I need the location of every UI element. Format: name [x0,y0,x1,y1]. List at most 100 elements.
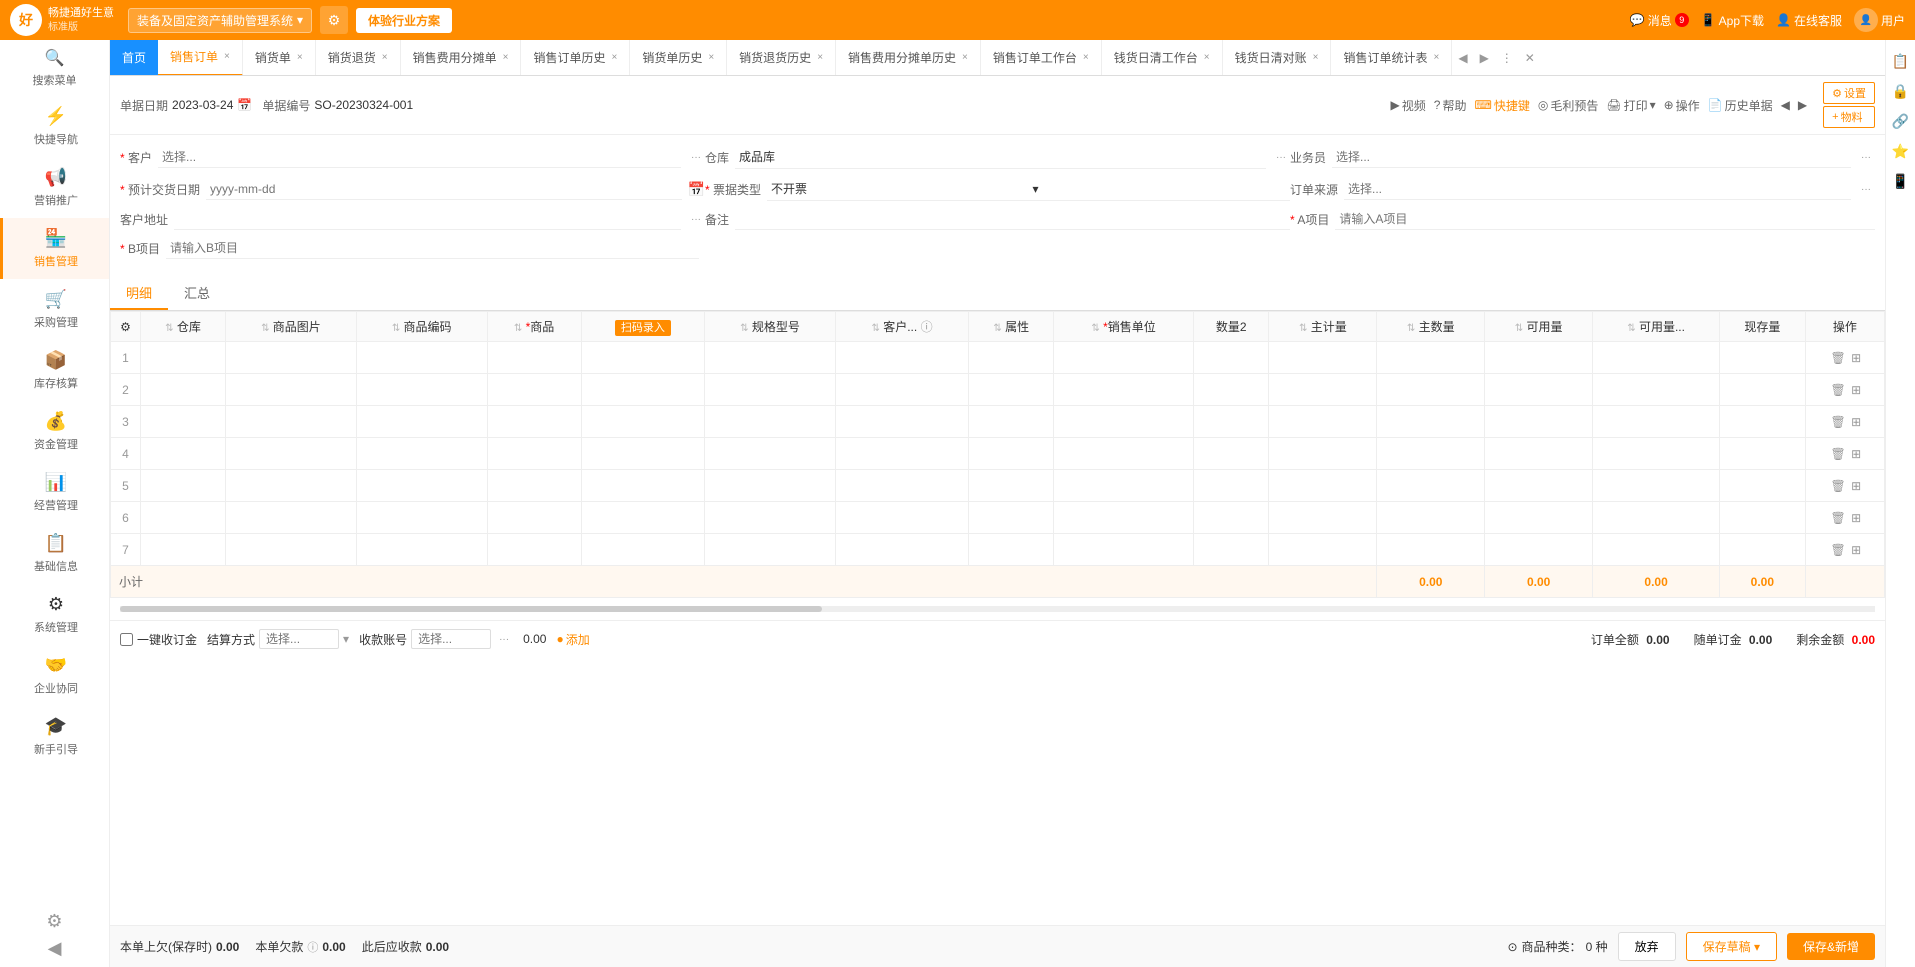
tab-close-icon[interactable]: × [708,52,714,63]
save-new-button[interactable]: 保存&新增 [1787,933,1875,960]
ops-btn[interactable]: ⊕ 操作 [1664,97,1700,114]
tab-nav-next[interactable]: ▶ [1474,40,1495,76]
rp-mobile-icon[interactable]: 📱 [1888,168,1914,194]
delete-row-icon[interactable]: 🗑 [1831,447,1846,461]
cell-sku-3[interactable] [356,406,487,438]
toolbar-nav-next[interactable]: ▶ [1798,98,1807,112]
sidebar-item-inventory[interactable]: 📦 库存核算 [0,340,109,401]
message-nav-item[interactable]: 💬 消息 9 [1630,12,1689,29]
sidebar-item-purchase[interactable]: 🛒 采购管理 [0,279,109,340]
cell-main-qty-1[interactable] [1377,342,1485,374]
one-click-deposit-checkbox[interactable] [120,633,133,646]
cell-spec-3[interactable] [705,406,836,438]
cell-attrs-1[interactable] [969,342,1054,374]
history-btn[interactable]: 📄 历史单据 [1708,97,1773,114]
copy-row-icon[interactable]: ⊞ [1851,511,1861,525]
tab-invoice-history[interactable]: 销货单历史 × [630,40,727,76]
payment-method-input[interactable] [259,629,339,649]
tab-sales-invoice[interactable]: 销货单 × [243,40,316,76]
shortcut-btn[interactable]: ⌨ 快捷键 [1474,97,1529,114]
tab-sales-order[interactable]: 销售订单 × [158,40,243,76]
salesperson-more-btn[interactable]: ··· [1857,152,1875,163]
tab-close-icon[interactable]: × [962,52,968,63]
a-project-input[interactable] [1335,209,1875,230]
toolbar-nav-prev[interactable]: ◀ [1781,98,1790,112]
discard-button[interactable]: 放弃 [1618,932,1676,961]
cell-unit-1[interactable] [1054,342,1194,374]
scan-button[interactable]: 扫码录入 [615,320,671,336]
calendar-icon[interactable]: 📅 [237,98,252,112]
sidebar-item-ops[interactable]: 📊 经营管理 [0,462,109,523]
add-material-btn[interactable]: + 物料 [1823,106,1875,128]
tab-close-all[interactable]: ✕ [1519,40,1541,76]
cell-attrs-3[interactable] [969,406,1054,438]
solution-button[interactable]: 体验行业方案 [356,8,452,33]
copy-row-icon[interactable]: ⊞ [1851,383,1861,397]
tab-sales-order-history[interactable]: 销售订单历史 × [521,40,630,76]
add-deposit-btn[interactable]: ● 添加 [556,631,589,648]
rp-lock-icon[interactable]: 🔒 [1888,78,1914,104]
profit-btn[interactable]: ◎ 毛利预告 [1538,97,1599,114]
collapse-sidebar-icon[interactable]: ◀ [48,938,62,959]
sidebar-item-sales[interactable]: 🏪 销售管理 [0,218,109,279]
cell-qty2-2[interactable] [1193,374,1268,406]
tab-close-icon[interactable]: × [817,52,823,63]
cell-main-qty-3[interactable] [1377,406,1485,438]
tab-close-icon[interactable]: × [1433,52,1439,63]
customer-input[interactable] [158,147,681,168]
tab-detail[interactable]: 明细 [110,277,168,310]
delete-row-icon[interactable]: 🗑 [1831,543,1846,557]
horizontal-scroll[interactable] [120,606,1875,612]
sidebar-item-finance[interactable]: 💰 资金管理 [0,401,109,462]
cell-unit-2[interactable] [1054,374,1194,406]
cell-spec-2[interactable] [705,374,836,406]
tab-daily-reconcile[interactable]: 钱货日清对账 × [1223,40,1332,76]
cell-sku-2[interactable] [356,374,487,406]
cell-main-qty-2[interactable] [1377,374,1485,406]
tab-return-history[interactable]: 销货退货历史 × [727,40,836,76]
cell-warehouse-3[interactable] [141,406,226,438]
order-source-more-btn[interactable]: ··· [1857,184,1875,195]
addr-more-btn[interactable]: ··· [687,214,705,225]
view-btn[interactable]: ▶ 视频 [1391,97,1426,114]
rp-notes-icon[interactable]: 📋 [1888,48,1914,74]
sidebar-item-enterprise[interactable]: 🤝 企业协同 [0,645,109,706]
cell-product-2[interactable] [487,374,581,406]
delete-row-icon[interactable]: 🗑 [1831,415,1846,429]
cell-warehouse-1[interactable] [141,342,226,374]
delete-row-icon[interactable]: 🗑 [1831,351,1846,365]
cell-sku-1[interactable] [356,342,487,374]
rp-link-icon[interactable]: 🔗 [1888,108,1914,134]
tab-nav-menu[interactable]: ⋮ [1495,40,1519,76]
account-more-btn[interactable]: ··· [495,634,513,645]
tab-daily-clear-workbench[interactable]: 钱货日清工作台 × [1102,40,1223,76]
cell-product-3[interactable] [487,406,581,438]
current-due-info-icon[interactable]: ⓘ [307,939,318,955]
system-selector[interactable]: 装备及固定资产辅助管理系统 ▾ [128,8,312,33]
tab-close-icon[interactable]: × [1083,52,1089,63]
tab-close-icon[interactable]: × [1313,52,1319,63]
save-draft-button[interactable]: 保存草稿 ▾ [1686,932,1777,961]
tab-nav-prev[interactable]: ◀ [1452,40,1473,76]
tab-home[interactable]: 首页 [110,40,158,76]
tab-close-icon[interactable]: × [382,52,388,63]
customer-more-btn[interactable]: ··· [687,152,705,163]
delete-row-icon[interactable]: 🗑 [1831,511,1846,525]
tab-sales-fee[interactable]: 销售费用分摊单 × [401,40,522,76]
sidebar-item-system[interactable]: ⚙ 系统管理 [0,584,109,645]
warehouse-value[interactable]: 成品库 [735,145,1266,169]
tab-sales-stats[interactable]: 销售订单统计表 × [1331,40,1452,76]
tab-sales-return[interactable]: 销货退货 × [316,40,401,76]
cell-product-1[interactable] [487,342,581,374]
cell-customer-code-3[interactable] [835,406,968,438]
copy-row-icon[interactable]: ⊞ [1851,543,1861,557]
delivery-date-input[interactable] [206,179,682,200]
settings-icon[interactable]: ⚙ [320,6,348,34]
warehouse-more-btn[interactable]: ··· [1272,152,1290,163]
copy-row-icon[interactable]: ⊞ [1851,479,1861,493]
tab-close-icon[interactable]: × [224,51,230,62]
tab-close-icon[interactable]: × [1204,52,1210,63]
note-input[interactable] [735,209,1290,230]
cell-qty2-3[interactable] [1193,406,1268,438]
b-project-input[interactable] [166,238,699,259]
